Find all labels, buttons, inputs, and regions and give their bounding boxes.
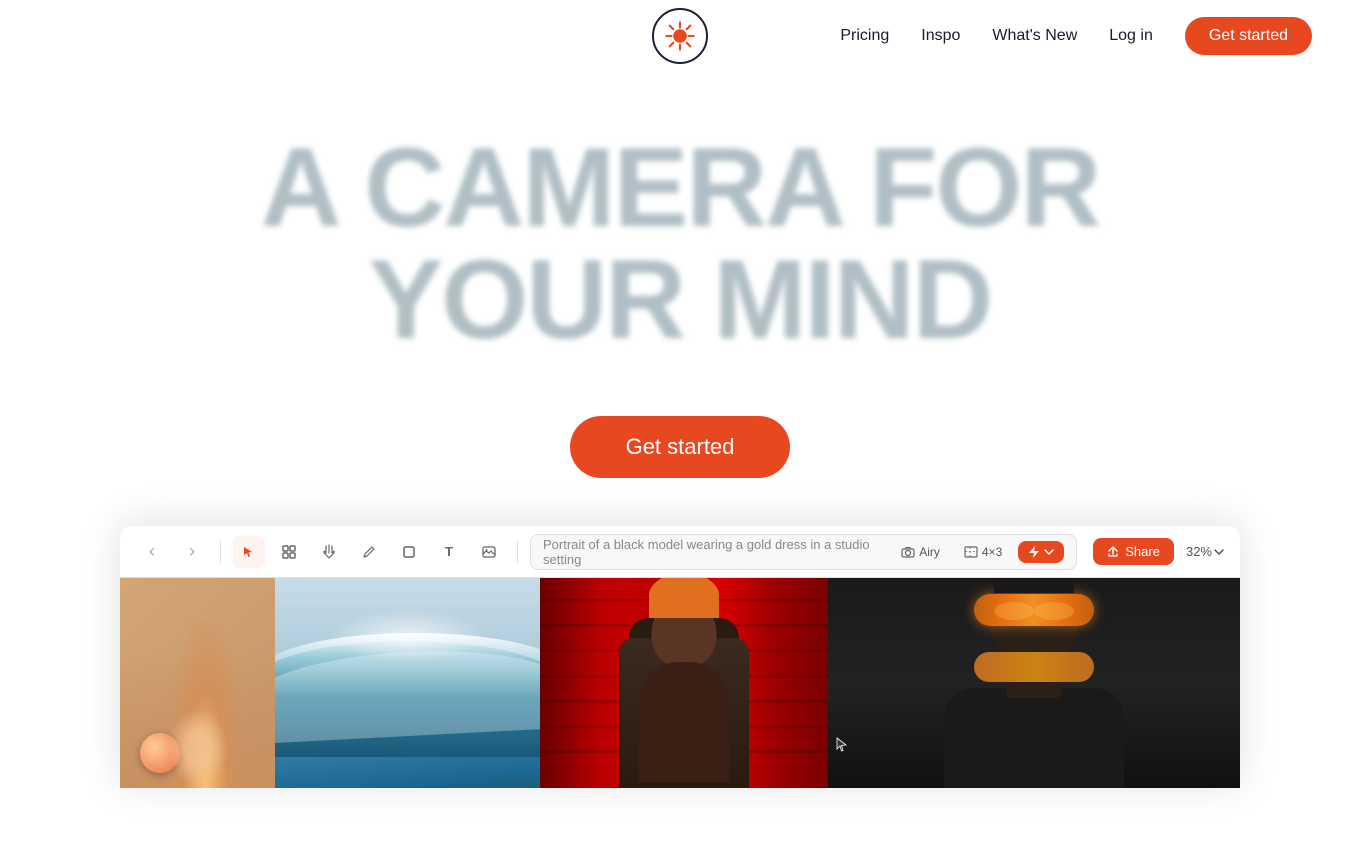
canvas-image-2 <box>275 578 540 788</box>
nav-get-started-button[interactable]: Get started <box>1185 17 1312 55</box>
image-tan <box>120 578 275 788</box>
image-red-portrait <box>540 578 828 788</box>
select-tool-button[interactable] <box>233 536 265 568</box>
prompt-text: Portrait of a black model wearing a gold… <box>543 537 885 567</box>
logo-icon <box>663 19 697 53</box>
hero-section: A CAMERA FOR YOUR MIND Get started <box>0 72 1360 518</box>
nav-whats-new[interactable]: What's New <box>992 27 1077 45</box>
toolbar-divider-2 <box>517 540 518 564</box>
grid-tool-button[interactable] <box>273 536 305 568</box>
image-icon <box>482 546 496 558</box>
chevron-down-icon <box>1044 549 1054 555</box>
zoom-control[interactable]: 32% <box>1186 544 1224 559</box>
app-preview-wrapper: ‹ › <box>0 526 1360 788</box>
pen-icon <box>362 545 376 559</box>
toolbar-prompt[interactable]: Portrait of a black model wearing a gold… <box>530 534 1077 570</box>
lightning-badge[interactable] <box>1018 541 1064 563</box>
canvas-image-3 <box>540 578 828 788</box>
nav-pricing[interactable]: Pricing <box>840 27 889 45</box>
navbar-right: Pricing Inspo What's New Log in Get star… <box>680 17 1312 55</box>
image-dark-goggles <box>828 578 1240 788</box>
toolbar-divider-1 <box>220 540 221 564</box>
pan-icon <box>322 544 336 560</box>
rect-icon <box>402 545 416 559</box>
ratio-icon <box>964 546 978 558</box>
forward-button[interactable]: › <box>176 536 208 568</box>
image-tool-button[interactable] <box>473 536 505 568</box>
style-badge[interactable]: Airy <box>893 542 948 562</box>
hero-title-line1: A CAMERA FOR <box>261 132 1100 244</box>
nav-login[interactable]: Log in <box>1109 27 1153 45</box>
app-preview: ‹ › <box>120 526 1240 788</box>
nav-inspo[interactable]: Inspo <box>921 27 960 45</box>
canvas-image-1 <box>120 578 275 788</box>
ratio-label: 4×3 <box>982 545 1002 559</box>
lightning-icon <box>1028 545 1040 559</box>
camera-icon <box>901 546 915 558</box>
cursor-indicator <box>836 737 848 758</box>
hero-title: A CAMERA FOR YOUR MIND <box>261 132 1100 356</box>
canvas-area <box>120 578 1240 788</box>
share-icon <box>1107 546 1119 558</box>
style-label: Airy <box>919 545 940 559</box>
grid-icon <box>282 545 296 559</box>
text-tool-button[interactable]: T <box>433 536 465 568</box>
hero-get-started-button[interactable]: Get started <box>570 416 791 478</box>
zoom-chevron-icon <box>1214 549 1224 555</box>
select-icon <box>242 545 256 559</box>
navbar: Pricing Inspo What's New Log in Get star… <box>0 0 1360 72</box>
navbar-center <box>652 8 708 64</box>
toolbar: ‹ › <box>120 526 1240 578</box>
pen-tool-button[interactable] <box>353 536 385 568</box>
hero-title-line2: YOUR MIND <box>261 244 1100 356</box>
logo[interactable] <box>652 8 708 64</box>
rect-tool-button[interactable] <box>393 536 425 568</box>
toolbar-right: Share 32% <box>1093 538 1224 565</box>
back-button[interactable]: ‹ <box>136 536 168 568</box>
image-ocean <box>275 578 540 788</box>
share-button[interactable]: Share <box>1093 538 1174 565</box>
ratio-badge[interactable]: 4×3 <box>956 542 1010 562</box>
hero-cta-wrapper: Get started <box>570 416 791 478</box>
zoom-value: 32% <box>1186 544 1212 559</box>
share-label: Share <box>1125 544 1160 559</box>
canvas-image-4 <box>828 578 1240 788</box>
pan-tool-button[interactable] <box>313 536 345 568</box>
